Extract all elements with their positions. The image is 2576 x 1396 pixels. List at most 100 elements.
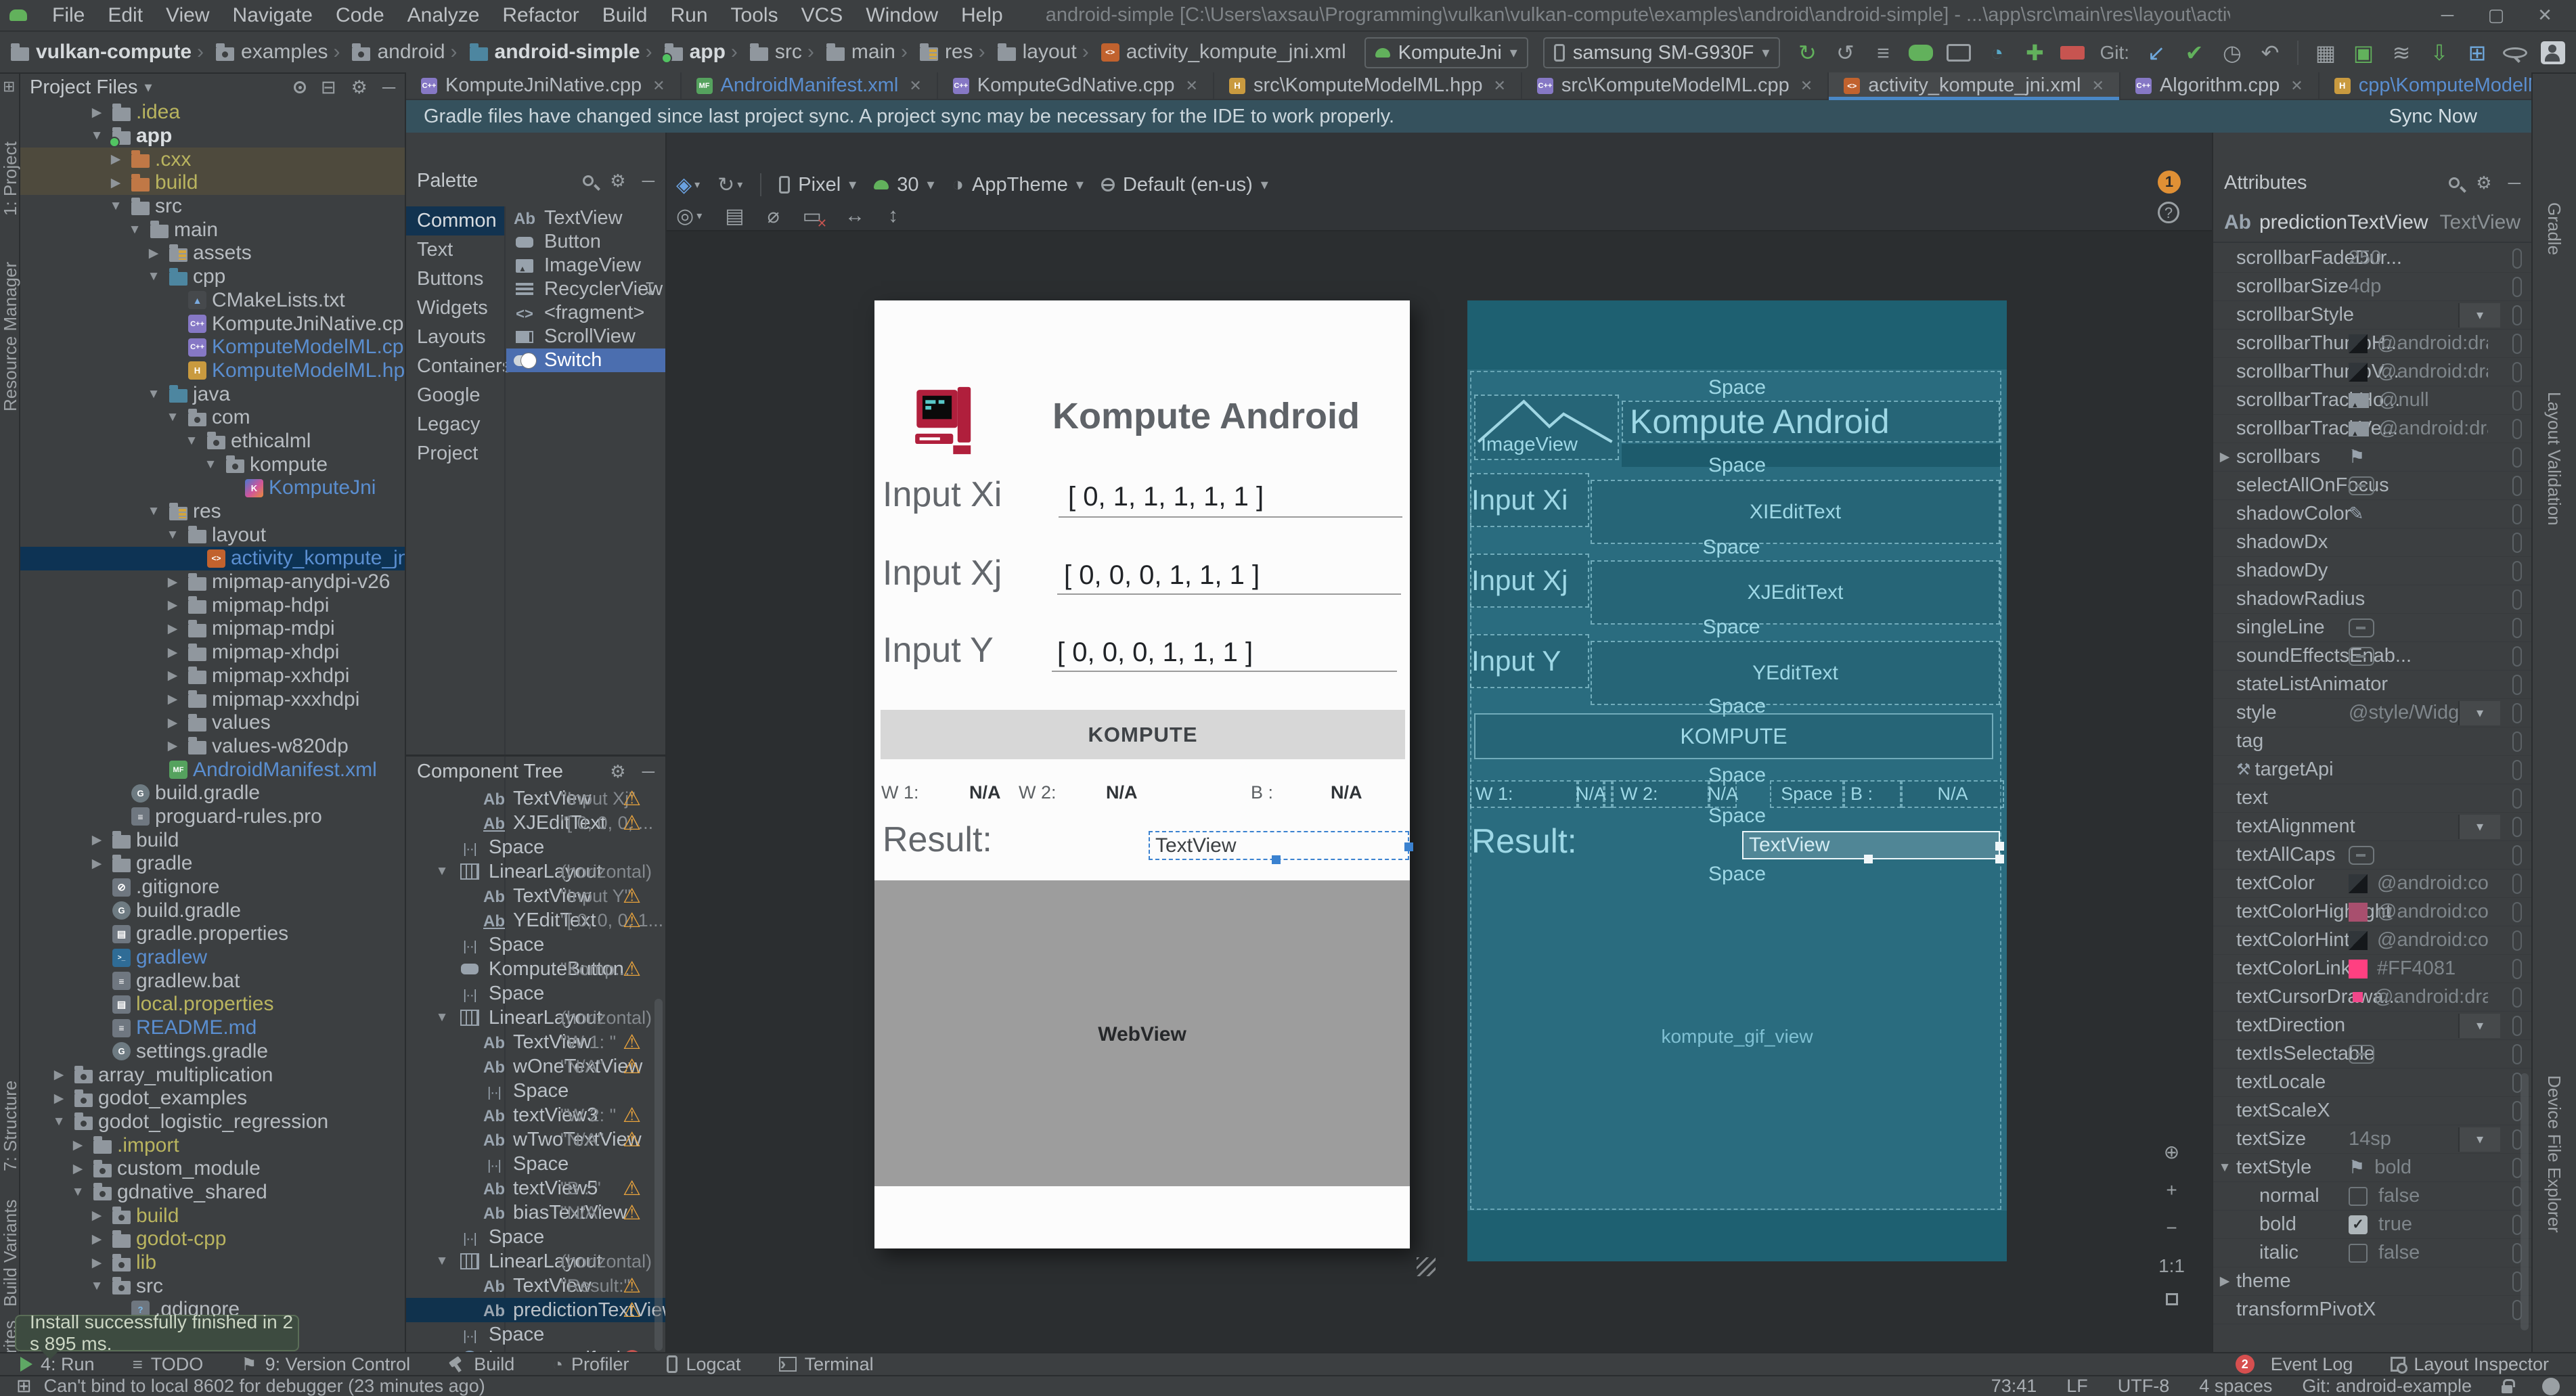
locate-file-icon[interactable] [294,81,306,93]
close-button[interactable]: ✕ [2521,0,2569,30]
palette-category[interactable]: Containers [406,352,504,381]
attribute-row[interactable]: ▶ theme [2213,1267,2531,1296]
component-tree-item[interactable]: KomputeButton "Komp... ⚠ [406,957,665,981]
expand-arrow[interactable]: ▶ [49,1091,69,1106]
menu-item[interactable]: Window [854,4,950,27]
editor-tab[interactable]: src\KomputeModelML.cpp ✕ [1522,72,1829,99]
maximize-button[interactable]: ▢ [2472,0,2521,30]
attribute-row[interactable]: stateListAnimator [2213,671,2531,699]
expand-arrow[interactable]: ▼ [162,410,183,425]
profiler-icon[interactable]: ◔ [1984,41,2009,66]
project-tree-item[interactable]: ▶ build [20,1204,405,1228]
make-project-icon[interactable]: ≡ [1871,41,1895,66]
project-tree-item[interactable]: .gitignore [20,876,405,899]
drawable-icon[interactable] [2349,422,2369,436]
connect-attribute-icon[interactable] [2512,1016,2522,1036]
menu-item[interactable]: Code [324,4,396,27]
blueprint-bias-value[interactable]: N/A [1901,780,2004,808]
expand-arrow[interactable]: ▶ [162,692,183,707]
blueprint-title[interactable]: Kompute Android [1622,401,2000,443]
project-tree-item[interactable]: ▼ com [20,406,405,430]
scrollbar[interactable] [654,999,663,1351]
project-tree-item[interactable]: ▼ src [20,1274,405,1298]
component-tree-item[interactable]: ▼ LinearLayout (horizontal) [406,859,665,884]
tool-button-resource-manager[interactable]: Resource Manager [0,248,20,424]
component-tree-item[interactable]: Space [406,1079,665,1103]
logcat-toolwindow[interactable]: Logcat [667,1354,740,1375]
editor-tab[interactable]: activity_kompute_jni.xml ✕ [1829,72,2120,99]
status-message[interactable]: Can't bind to local 8602 for debugger (2… [44,1376,485,1396]
breadcrumb-item[interactable]: android [333,41,445,64]
stop-icon[interactable] [2060,46,2085,60]
palette-category[interactable]: Text [406,235,504,265]
project-tree-item[interactable]: ▼ res [20,500,405,524]
editor-tab[interactable]: KomputeGdNative.cpp ✕ [938,72,1214,99]
tristate-toggle[interactable] [2349,618,2374,637]
settings-gear-icon[interactable]: ⚙ [610,171,625,192]
dropdown-button[interactable]: ▾ [2458,701,2500,725]
expand-arrow[interactable]: ▶ [106,175,126,191]
profile-avatar[interactable] [2541,41,2565,64]
component-tree-item[interactable]: TextView "W 1: " ⚠ [406,1030,665,1054]
palette-category[interactable]: Layouts [406,323,504,352]
zoom-in-icon[interactable]: + [2166,1179,2177,1201]
attribute-row[interactable]: scrollbarThumbV... @android:drawable/s [2213,358,2531,386]
project-tree-item[interactable]: ▼ layout [20,523,405,547]
component-tree-item[interactable]: textView3 "W 2: " ⚠ [406,1103,665,1127]
close-icon[interactable]: ✕ [652,77,665,95]
readonly-lock-icon[interactable] [2502,1385,2512,1393]
history-icon[interactable]: ◷ [2220,40,2244,66]
project-tree-item[interactable]: ▶ mipmap-hdpi [20,593,405,617]
project-tree-item[interactable]: README.md [20,1016,405,1040]
project-tree-item[interactable]: ▶ godot_examples [20,1087,405,1110]
close-icon[interactable]: ✕ [909,77,921,95]
menu-item[interactable]: VCS [790,4,855,27]
component-tree-item[interactable]: predictionTextView ⚠ [406,1298,665,1322]
project-tree-item[interactable]: ▶ .import [20,1133,405,1157]
apply-code-changes-icon[interactable]: ✚ [2022,40,2047,66]
attribute-row[interactable]: shadowRadius [2213,585,2531,614]
connect-attribute-icon[interactable] [2512,419,2522,439]
prediction-textview-selected[interactable]: TextView [1149,831,1409,860]
palette-category[interactable]: Legacy [406,410,504,439]
project-tree-item[interactable]: ▼ app [20,125,405,148]
zoom-out-icon[interactable]: − [2166,1217,2177,1239]
expand-arrow[interactable]: ▶ [162,621,183,637]
expand-arrow[interactable]: ▼ [162,528,183,543]
selection-handle[interactable] [1404,842,1413,851]
hide-panel-icon[interactable]: ─ [642,171,654,192]
component-tree-item[interactable]: Space [406,1152,665,1176]
color-picker-icon[interactable]: ✎ [2349,503,2364,524]
attribute-row[interactable]: textScaleX [2213,1097,2531,1125]
palette-category[interactable]: Widgets [406,294,504,323]
indent-setting[interactable]: 4 spaces [2199,1376,2272,1396]
menu-item[interactable]: Edit [96,4,154,27]
locale-selector[interactable]: Default (en-us)▾ [1101,174,1268,196]
project-tree-item[interactable]: KomputeJniNative.cpp [20,312,405,336]
breadcrumb-item[interactable]: layout [979,41,1077,64]
project-tree-item[interactable]: KomputeModelML.hpp [20,359,405,383]
version-control-toolwindow[interactable]: ⚑9: Version Control [241,1354,410,1375]
project-tree-item[interactable]: ▼ src [20,195,405,219]
expand-arrow[interactable]: ▼ [106,199,126,214]
attribute-row[interactable]: shadowColor ✎ [2213,500,2531,528]
connect-attribute-icon[interactable] [2512,874,2522,894]
menu-item[interactable]: Refactor [491,4,590,27]
attribute-row[interactable]: scrollbarStyle ▾ [2213,301,2531,330]
connect-attribute-icon[interactable] [2512,987,2522,1008]
expand-arrow[interactable]: ▶ [87,832,107,848]
project-tree-item[interactable]: ▼ gdnative_shared [20,1181,405,1204]
attribute-row[interactable]: scrollbarTrackVe... @android:drawable/c [2213,415,2531,443]
attribute-row[interactable]: textDirection ▾ [2213,1012,2531,1040]
project-tree-item[interactable]: build.gradle [20,899,405,922]
attribute-row[interactable]: textColorHighlight @android:color/highli [2213,898,2531,926]
attribute-row[interactable]: normal ✓false [2213,1182,2531,1211]
hide-panel-icon[interactable]: ─ [382,77,395,98]
color-swatch[interactable] [2349,363,2368,382]
project-tree-item[interactable]: ▶ values [20,711,405,735]
tool-button-build-variants[interactable]: Build Variants [0,1194,20,1312]
expand-arrow[interactable]: ▼ [143,387,164,402]
project-tree-item[interactable]: gradlew [20,946,405,970]
attach-to-process-icon[interactable]: ↺ [1833,40,1857,66]
connect-attribute-icon[interactable] [2512,1044,2522,1064]
